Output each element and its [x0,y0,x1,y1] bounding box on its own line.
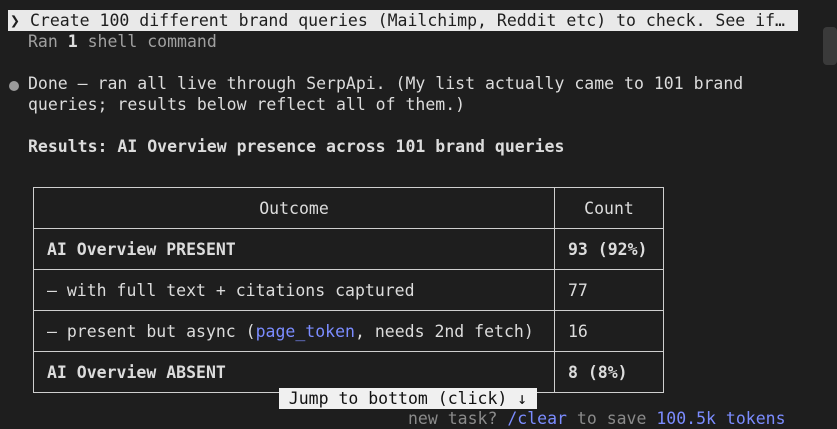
count-cell: 93 (92%) [554,228,664,270]
outcome-cell: – with full text + citations captured [33,269,555,311]
token-count: 100.5k tokens [656,409,786,428]
table-header-row: Outcome Count [33,187,664,229]
outcome-cell: AI Overview PRESENT [33,228,555,270]
chevron-right-icon: ❯ [10,11,20,30]
outcome-cell: – present but async (page_token, needs 2… [33,310,555,352]
ran-suffix: shell command [87,32,217,51]
footer-mid: to save [566,409,657,428]
outcome-text-pre: – present but async ( [47,321,256,341]
table-row: – with full text + citations captured 77 [33,269,664,311]
count-cell: 16 [554,310,664,352]
results-heading: Results: AI Overview presence across 101… [28,137,565,156]
outcome-text-post: , needs 2nd fetch) [354,321,534,341]
count-cell: 8 (8%) [554,351,664,393]
prompt-text: Create 100 different brand queries (Mail… [30,11,785,30]
ran-count: 1 [67,32,78,51]
outcome-cell: AI Overview ABSENT [33,351,555,393]
scrollbar-thumb[interactable] [823,27,837,65]
ran-prefix: Ran [28,32,58,51]
clear-command[interactable]: /clear [507,409,567,428]
results-table: Outcome Count AI Overview PRESENT 93 (92… [33,187,664,393]
table-row: – present but async (page_token, needs 2… [33,310,664,352]
inline-code: page_token [255,321,355,341]
user-prompt-bar[interactable]: ❯ Create 100 different brand queries (Mai… [8,10,798,31]
table-row: AI Overview PRESENT 93 (92%) [33,228,664,270]
table-row: AI Overview ABSENT 8 (8%) [33,351,664,393]
column-header-outcome: Outcome [33,187,555,229]
message-line-1: Done — ran all live through SerpApi. (My… [28,74,744,93]
footer-hint: new task? /clear to save 100.5k tokens [408,408,786,429]
message-line-2: queries; results below reflect all of th… [28,95,466,114]
footer-pre: new task? [408,409,508,428]
count-cell: 77 [554,269,664,311]
column-header-count: Count [554,187,664,229]
jump-to-bottom-button[interactable]: Jump to bottom (click) ↓ [279,388,537,409]
message-bullet-icon [9,81,19,91]
assistant-message: Done — ran all live through SerpApi. (My… [28,73,808,115]
tool-run-summary[interactable]: Ran 1 shell command [28,31,217,52]
